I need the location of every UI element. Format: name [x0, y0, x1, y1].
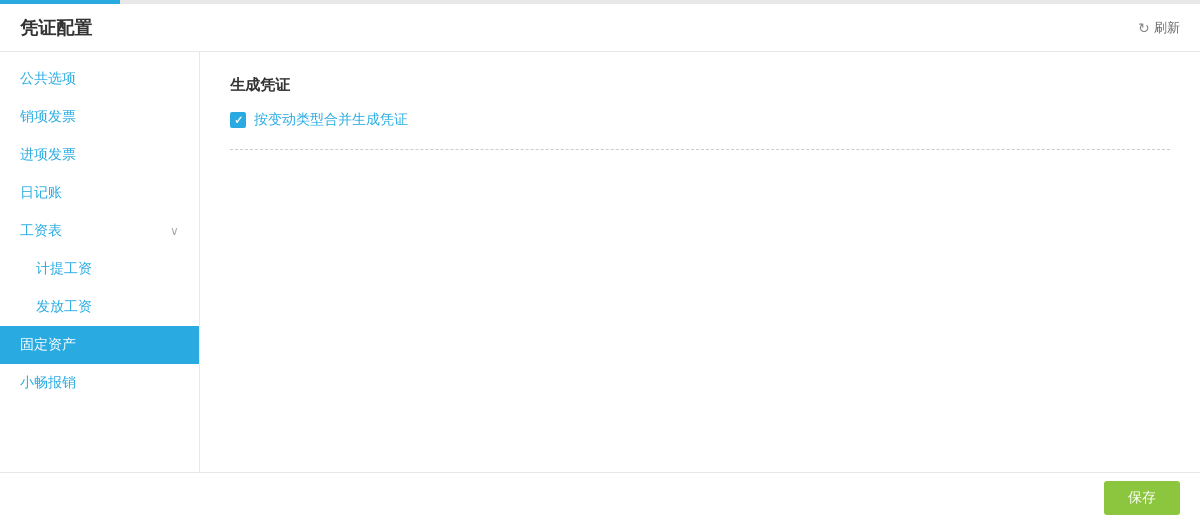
merge-checkbox[interactable]: ✓ [230, 112, 246, 128]
page-body: 公共选项销项发票进项发票日记账工资表 ∨ 计提工资发放工资固定资产小畅报销 生成凭证… [0, 52, 1200, 472]
chevron-down-icon: ∨ [170, 224, 179, 238]
page-footer: 保存 [0, 472, 1200, 522]
main-content: 生成凭证 ✓ 按变动类型合并生成凭证 [200, 52, 1200, 472]
page-header: 凭证配置 ↻ 刷新 [0, 4, 1200, 52]
sidebar-item-label: 工资表 [20, 222, 62, 240]
sidebar-item-label: 小畅报销 [20, 374, 76, 392]
sidebar-item-public-options[interactable]: 公共选项 [0, 60, 199, 98]
sidebar-item-payroll-table[interactable]: 工资表 ∨ [0, 212, 199, 250]
sidebar-item-label: 固定资产 [20, 336, 76, 354]
sidebar-item-purchase-invoice[interactable]: 进项发票 [0, 136, 199, 174]
checkmark-icon: ✓ [234, 114, 243, 127]
checkbox-row: ✓ 按变动类型合并生成凭证 [230, 111, 1170, 129]
top-bar [0, 0, 1200, 4]
divider [230, 149, 1170, 150]
sidebar-item-label: 日记账 [20, 184, 62, 202]
sidebar-item-label: 进项发票 [20, 146, 76, 164]
refresh-icon: ↻ [1138, 20, 1150, 36]
sidebar-item-sales-invoice[interactable]: 销项发票 [0, 98, 199, 136]
sidebar-item-journal[interactable]: 日记账 [0, 174, 199, 212]
refresh-label: 刷新 [1154, 19, 1180, 37]
save-button[interactable]: 保存 [1104, 481, 1180, 515]
sidebar-item-expense-report[interactable]: 小畅报销 [0, 364, 199, 402]
page-title: 凭证配置 [20, 16, 92, 40]
sidebar-item-fixed-assets[interactable]: 固定资产 [0, 326, 199, 364]
sidebar-item-label: 发放工资 [36, 298, 92, 316]
sidebar-item-commission[interactable]: 计提工资 [0, 250, 199, 288]
refresh-button[interactable]: ↻ 刷新 [1138, 19, 1180, 37]
sidebar-item-payout[interactable]: 发放工资 [0, 288, 199, 326]
sidebar-item-label: 计提工资 [36, 260, 92, 278]
section-title: 生成凭证 [230, 76, 1170, 95]
sidebar-item-label: 销项发票 [20, 108, 76, 126]
sidebar: 公共选项销项发票进项发票日记账工资表 ∨ 计提工资发放工资固定资产小畅报销 [0, 52, 200, 472]
checkbox-label: 按变动类型合并生成凭证 [254, 111, 408, 129]
sidebar-item-label: 公共选项 [20, 70, 76, 88]
top-bar-active [0, 0, 120, 4]
